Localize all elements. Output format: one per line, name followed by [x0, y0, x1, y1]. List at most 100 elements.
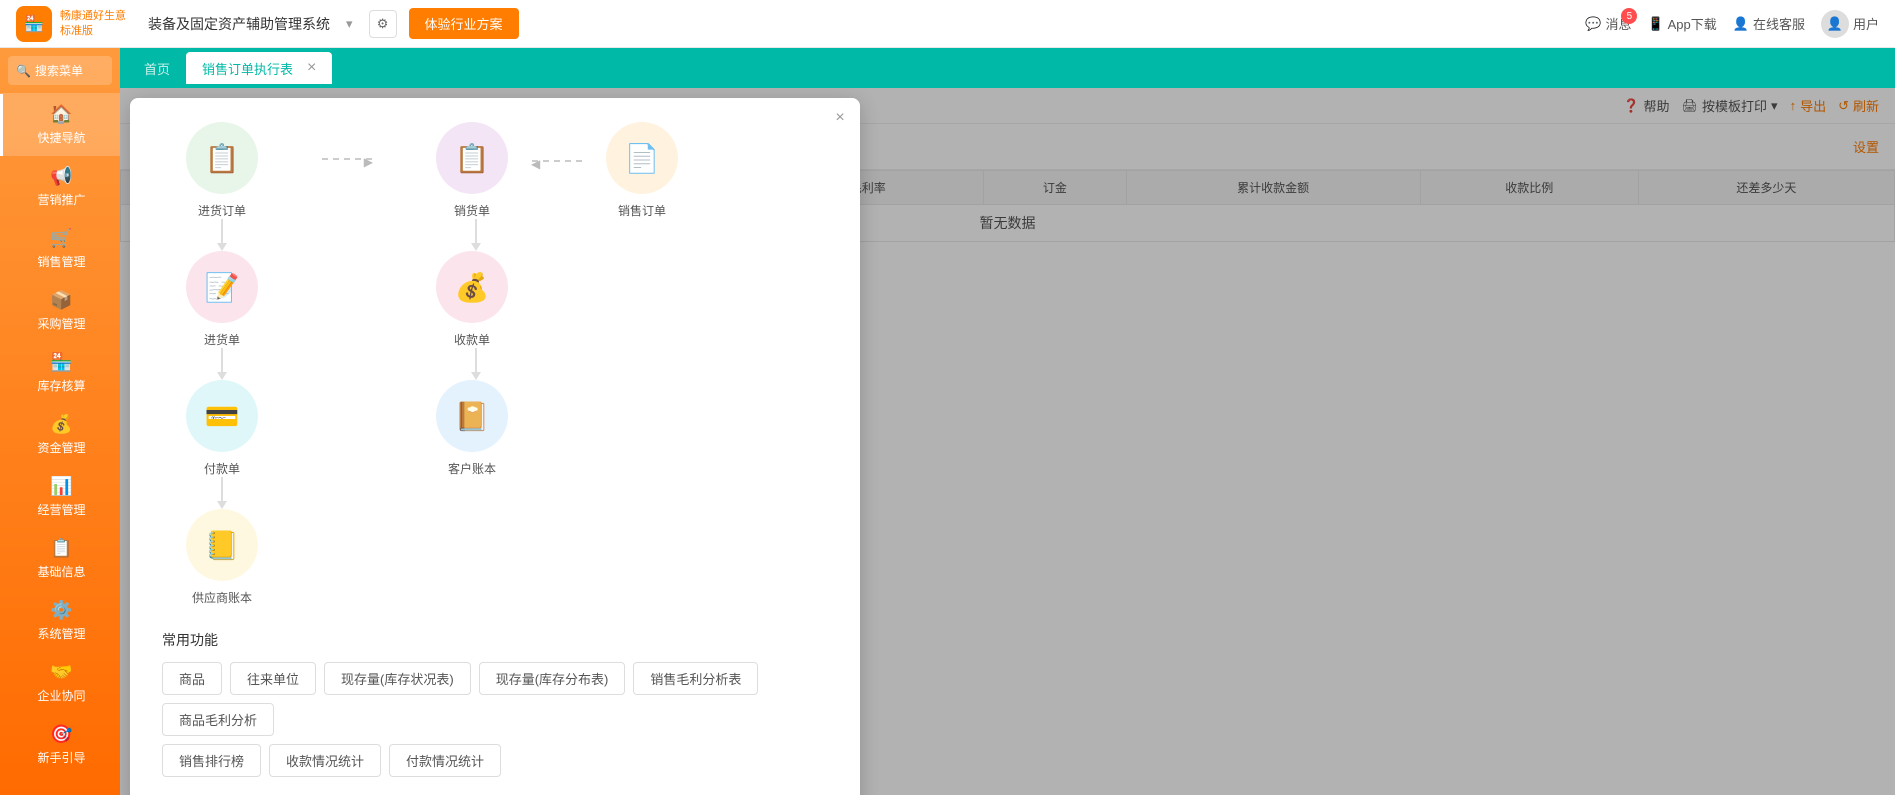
- modal-overlay: × 📋 进货订单: [120, 88, 1895, 795]
- app-download-btn[interactable]: 📱 App下载: [1647, 14, 1716, 33]
- logo-icon: 🏪: [16, 6, 52, 42]
- logo-text: 畅康通好生意 标准版: [60, 9, 126, 38]
- basic-info-icon: 📋: [50, 538, 72, 559]
- func-btn-5[interactable]: 商品毛利分析: [162, 703, 274, 736]
- tab-close-icon[interactable]: ×: [307, 60, 316, 76]
- quick-nav-icon: 🏠: [50, 104, 72, 125]
- top-bar-right: 💬 消息 5 📱 App下载 👤 在线客服 👤 用户: [1585, 10, 1879, 38]
- modal: × 📋 进货订单: [130, 98, 860, 795]
- payment-label: 付款单: [204, 460, 240, 477]
- sidebar-item-purchase[interactable]: 📦 采购管理: [0, 280, 120, 342]
- receipt-node: 💰 收款单: [412, 251, 532, 348]
- download-icon: 📱: [1647, 16, 1663, 32]
- receipt-label: 收款单: [454, 331, 490, 348]
- title-arrow: ▾: [346, 16, 353, 32]
- dashed-arrow-left: ◀: [532, 160, 582, 162]
- app-container: 🏪 畅康通好生意 标准版 装备及固定资产辅助管理系统 ▾ ⚙ 体验行业方案 💬 …: [0, 0, 1895, 795]
- top-bar: 🏪 畅康通好生意 标准版 装备及固定资产辅助管理系统 ▾ ⚙ 体验行业方案 💬 …: [0, 0, 1895, 48]
- sidebar-item-system[interactable]: ⚙️ 系统管理: [0, 590, 120, 652]
- search-menu-button[interactable]: 🔍 搜索菜单: [8, 56, 112, 85]
- sidebar-item-basic-info[interactable]: 📋 基础信息: [0, 528, 120, 590]
- sales-receipt-label: 销货单: [454, 202, 490, 219]
- page-content: ❓ 帮助 🖨 按模板打印 ▾ ↑ 导出 ↺ 刷新: [120, 88, 1895, 795]
- payment-node: 💳 付款单: [162, 380, 282, 477]
- payment-icon: 💳: [186, 380, 258, 452]
- common-functions: 常用功能 商品 往来单位 现存量(库存状况表) 现存量(库存分布表) 销售毛利分…: [162, 630, 828, 777]
- func-btn-2[interactable]: 现存量(库存状况表): [324, 662, 471, 695]
- sidebar-item-sales[interactable]: 🛒 销售管理: [0, 218, 120, 280]
- func-buttons-row1: 商品 往来单位 现存量(库存状况表) 现存量(库存分布表) 销售毛利分析表 商品…: [162, 662, 828, 736]
- guide-icon: 🎯: [50, 724, 72, 745]
- common-functions-title: 常用功能: [162, 630, 828, 650]
- sidebar-search: 🔍 搜索菜单: [0, 48, 120, 94]
- sales-receipt-icon: 📋: [436, 122, 508, 194]
- func-btn-4[interactable]: 销售毛利分析表: [633, 662, 758, 695]
- left-flow-col: 📋 进货订单: [162, 122, 282, 606]
- tab-sales-order-exec[interactable]: 销售订单执行表 ×: [186, 52, 332, 84]
- purchase-receipt-label: 进货单: [204, 331, 240, 348]
- h-arrow-container: ▶: [322, 158, 372, 160]
- search-icon: 🔍: [16, 64, 31, 78]
- online-service-btn[interactable]: 👤 在线客服: [1733, 14, 1805, 33]
- v-arrow-2: [217, 348, 227, 380]
- system-title: 装备及固定资产辅助管理系统: [148, 14, 330, 34]
- purchase-receipt-icon: 📝: [186, 251, 258, 323]
- func-buttons-row2: 销售排行榜 收款情况统计 付款情况统计: [162, 744, 828, 777]
- settings-icon[interactable]: ⚙: [369, 10, 397, 38]
- func-btn-0[interactable]: 商品: [162, 662, 222, 695]
- sidebar-item-marketing[interactable]: 📢 营销推广: [0, 156, 120, 218]
- v-arrow-4: [471, 219, 481, 251]
- purchase-icon: 📦: [50, 290, 72, 311]
- user-area[interactable]: 👤 用户: [1821, 10, 1879, 38]
- sidebar-item-guide[interactable]: 🎯 新手引导: [0, 714, 120, 776]
- service-icon: 👤: [1733, 16, 1749, 32]
- customer-ledger-icon: 📔: [436, 380, 508, 452]
- modal-body: 📋 进货订单: [130, 98, 860, 795]
- trial-button[interactable]: 体验行业方案: [409, 8, 519, 39]
- func-btn-1[interactable]: 往来单位: [230, 662, 316, 695]
- v-arrow-3: [217, 477, 227, 509]
- v-arrow-5: [471, 348, 481, 380]
- top-bar-left: 🏪 畅康通好生意 标准版 装备及固定资产辅助管理系统 ▾ ⚙ 体验行业方案: [16, 6, 519, 42]
- sidebar-item-finance[interactable]: 💰 资金管理: [0, 404, 120, 466]
- message-btn[interactable]: 💬 消息 5: [1585, 14, 1631, 33]
- func-btn-8[interactable]: 付款情况统计: [389, 744, 501, 777]
- dashed-arrow-right: ▶: [322, 158, 372, 160]
- func-btn-3[interactable]: 现存量(库存分布表): [479, 662, 626, 695]
- supplier-ledger-label: 供应商账本: [192, 589, 252, 606]
- right-flow-col: 📋 销货单 ◀ 📄 销售订单: [412, 122, 702, 477]
- purchase-order-label: 进货订单: [198, 202, 246, 219]
- purchase-receipt-node: 📝 进货单: [162, 251, 282, 348]
- func-btn-6[interactable]: 销售排行榜: [162, 744, 261, 777]
- purchase-order-icon: 📋: [186, 122, 258, 194]
- tab-home[interactable]: 首页: [128, 52, 186, 84]
- tab-bar: 首页 销售订单执行表 ×: [120, 48, 1895, 88]
- sidebar-item-quick-nav[interactable]: 🏠 快捷导航: [0, 94, 120, 156]
- sales-order-label: 销售订单: [618, 202, 666, 219]
- inventory-icon: 🏪: [50, 352, 72, 373]
- supplier-ledger-node: 📒 供应商账本: [162, 509, 282, 606]
- v-arrow-1: [217, 219, 227, 251]
- enterprise-icon: 🤝: [50, 662, 72, 683]
- sales-order-icon: 📄: [606, 122, 678, 194]
- top-sales-row: 📋 销货单 ◀ 📄 销售订单: [412, 122, 702, 219]
- sidebar: 🔍 搜索菜单 🏠 快捷导航 📢 营销推广 🛒 销售管理 📦 采购管理: [0, 48, 120, 795]
- modal-close-button[interactable]: ×: [828, 106, 852, 130]
- operations-icon: 📊: [50, 476, 72, 497]
- supplier-ledger-icon: 📒: [186, 509, 258, 581]
- customer-ledger-label: 客户账本: [448, 460, 496, 477]
- purchase-order-node: 📋 进货订单: [162, 122, 282, 219]
- main-layout: 🔍 搜索菜单 🏠 快捷导航 📢 营销推广 🛒 销售管理 📦 采购管理: [0, 48, 1895, 795]
- message-icon: 💬: [1585, 16, 1601, 32]
- receipt-icon: 💰: [436, 251, 508, 323]
- sales-receipt-node: 📋 销货单: [412, 122, 532, 219]
- logo-area: 🏪 畅康通好生意 标准版: [16, 6, 136, 42]
- sidebar-item-inventory[interactable]: 🏪 库存核算: [0, 342, 120, 404]
- message-badge: 5: [1621, 8, 1637, 24]
- sales-order-node: 📄 销售订单: [582, 122, 702, 219]
- avatar: 👤: [1821, 10, 1849, 38]
- sidebar-item-enterprise[interactable]: 🤝 企业协同: [0, 652, 120, 714]
- content-area: 首页 销售订单执行表 × ❓ 帮助 🖨 按模板打印: [120, 48, 1895, 795]
- func-btn-7[interactable]: 收款情况统计: [269, 744, 381, 777]
- sidebar-item-operations[interactable]: 📊 经营管理: [0, 466, 120, 528]
